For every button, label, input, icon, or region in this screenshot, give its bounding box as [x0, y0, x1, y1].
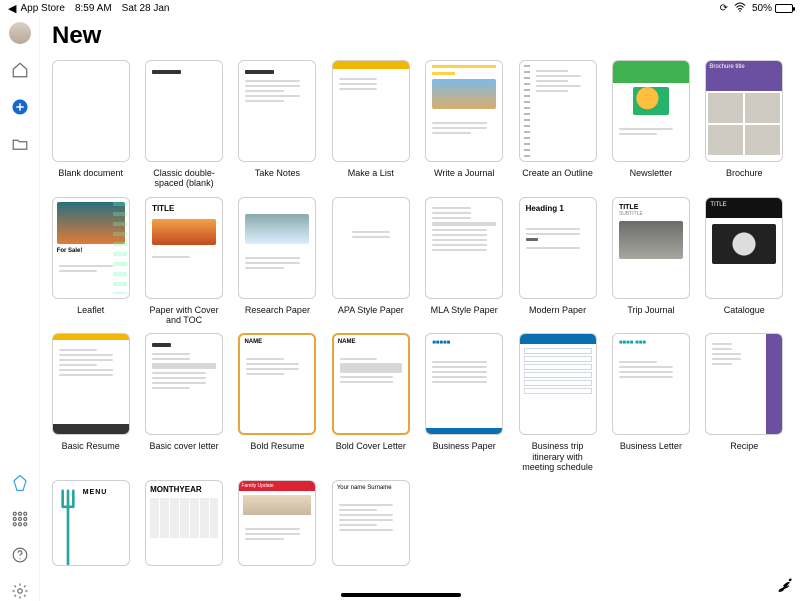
template-classic-double-spaced[interactable]: Classic double-spaced (blank): [143, 60, 224, 189]
template-leaflet[interactable]: For Sale! Leaflet: [50, 197, 131, 326]
template-modern-paper[interactable]: Heading 1 Modern Paper: [517, 197, 598, 326]
template-label: Make a List: [348, 168, 394, 178]
battery-indicator: 50%: [752, 3, 793, 14]
template-brochure[interactable]: Brochure title Brochure: [704, 60, 785, 189]
template-business-paper[interactable]: ■■■■■ Business Paper: [424, 333, 505, 472]
template-paper-cover-toc[interactable]: TITLE Paper with Cover and TOC: [143, 197, 224, 326]
wifi-icon: [734, 2, 746, 15]
main-content: New Blank document Classic double-spaced…: [40, 16, 801, 601]
template-calendar[interactable]: MONTHYEAR: [143, 480, 224, 566]
template-newsletter[interactable]: Newsletter: [610, 60, 691, 189]
template-apa-style-paper[interactable]: APA Style Paper: [330, 197, 411, 326]
thumb-title: TITLE: [619, 204, 683, 211]
template-basic-cover-letter[interactable]: Basic cover letter: [143, 333, 224, 472]
template-label: Newsletter: [630, 168, 673, 178]
template-label: Leaflet: [77, 305, 104, 315]
scribble-icon[interactable]: 𝓳: [780, 575, 790, 593]
status-date: Sat 28 Jan: [122, 3, 170, 14]
template-take-notes[interactable]: Take Notes: [237, 60, 318, 189]
template-make-a-list[interactable]: Make a List: [330, 60, 411, 189]
template-mla-style-paper[interactable]: MLA Style Paper: [424, 197, 505, 326]
template-label: Write a Journal: [434, 168, 494, 178]
template-label: Bold Cover Letter: [336, 441, 406, 451]
template-bold-cover-letter[interactable]: NAME Bold Cover Letter: [330, 333, 411, 472]
template-label: Catalogue: [724, 305, 765, 315]
settings-icon[interactable]: [10, 581, 30, 601]
template-recipe[interactable]: Recipe: [704, 333, 785, 472]
template-label: Research Paper: [245, 305, 310, 315]
template-catalogue[interactable]: TITLE Catalogue: [704, 197, 785, 326]
template-family-newsletter[interactable]: Family Update: [237, 480, 318, 566]
status-time: 8:59 AM: [75, 3, 112, 14]
template-label: Business trip itinerary with meeting sch…: [517, 441, 598, 472]
template-basic-resume[interactable]: Basic Resume: [50, 333, 131, 472]
template-label: Business Letter: [620, 441, 682, 451]
back-app-label[interactable]: App Store: [20, 3, 64, 14]
fork-icon: [59, 489, 77, 557]
template-label: Bold Resume: [250, 441, 304, 451]
template-business-trip-itinerary[interactable]: Business trip itinerary with meeting sch…: [517, 333, 598, 472]
template-blank-document[interactable]: Blank document: [50, 60, 131, 189]
template-label: Recipe: [730, 441, 758, 451]
template-research-paper[interactable]: Research Paper: [237, 197, 318, 326]
template-label: Paper with Cover and TOC: [143, 305, 224, 326]
new-button[interactable]: [9, 96, 31, 118]
thumb-title: TITLE: [152, 204, 216, 213]
thumb-name: Your name Surname: [337, 485, 392, 491]
thumb-subtitle: SUBTITLE: [619, 211, 683, 217]
back-caret-icon[interactable]: ◀: [8, 2, 16, 15]
template-label: APA Style Paper: [338, 305, 404, 315]
apps-grid-icon[interactable]: [10, 509, 30, 529]
thumb-title: MONTHYEAR: [150, 485, 218, 494]
template-label: Modern Paper: [529, 305, 586, 315]
template-label: Basic Resume: [62, 441, 120, 451]
template-create-an-outline[interactable]: Create an Outline: [517, 60, 598, 189]
template-label: Trip Journal: [627, 305, 674, 315]
help-icon[interactable]: [10, 545, 30, 565]
status-bar: ◀ App Store 8:59 AM Sat 28 Jan ⟳ 50%: [0, 0, 801, 16]
template-bold-resume[interactable]: NAME Bold Resume: [237, 333, 318, 472]
template-menu[interactable]: MENU: [50, 480, 131, 566]
orientation-lock-icon: ⟳: [720, 3, 728, 14]
home-indicator[interactable]: [341, 593, 461, 597]
thumb-name: NAME: [338, 339, 404, 345]
template-business-letter[interactable]: ■■■■ ■■■ Business Letter: [610, 333, 691, 472]
template-label: Blank document: [58, 168, 123, 178]
premium-icon[interactable]: [10, 473, 30, 493]
template-grid: Blank document Classic double-spaced (bl…: [50, 60, 785, 566]
template-label: Create an Outline: [522, 168, 593, 178]
thumb-name: NAME: [244, 339, 310, 345]
template-label: Brochure: [726, 168, 763, 178]
battery-percent: 50%: [752, 3, 772, 14]
avatar[interactable]: [9, 22, 31, 44]
folder-icon[interactable]: [10, 134, 30, 154]
template-label: MLA Style Paper: [431, 305, 498, 315]
thumb-title: TITLE: [706, 198, 782, 218]
template-cv[interactable]: Your name Surname: [330, 480, 411, 566]
template-label: Classic double-spaced (blank): [143, 168, 224, 189]
template-label: Basic cover letter: [150, 441, 219, 451]
template-label: Business Paper: [433, 441, 496, 451]
thumb-title: Family Update: [239, 481, 315, 491]
page-title: New: [52, 22, 785, 50]
home-icon[interactable]: [10, 60, 30, 80]
thumb-title: MENU: [83, 489, 108, 496]
template-label: Take Notes: [255, 168, 300, 178]
template-trip-journal[interactable]: TITLESUBTITLE Trip Journal: [610, 197, 691, 326]
sidebar: [0, 16, 40, 601]
thumb-heading: Heading 1: [526, 204, 590, 213]
thumb-heading: Brochure title: [706, 61, 782, 91]
template-write-a-journal[interactable]: Write a Journal: [424, 60, 505, 189]
